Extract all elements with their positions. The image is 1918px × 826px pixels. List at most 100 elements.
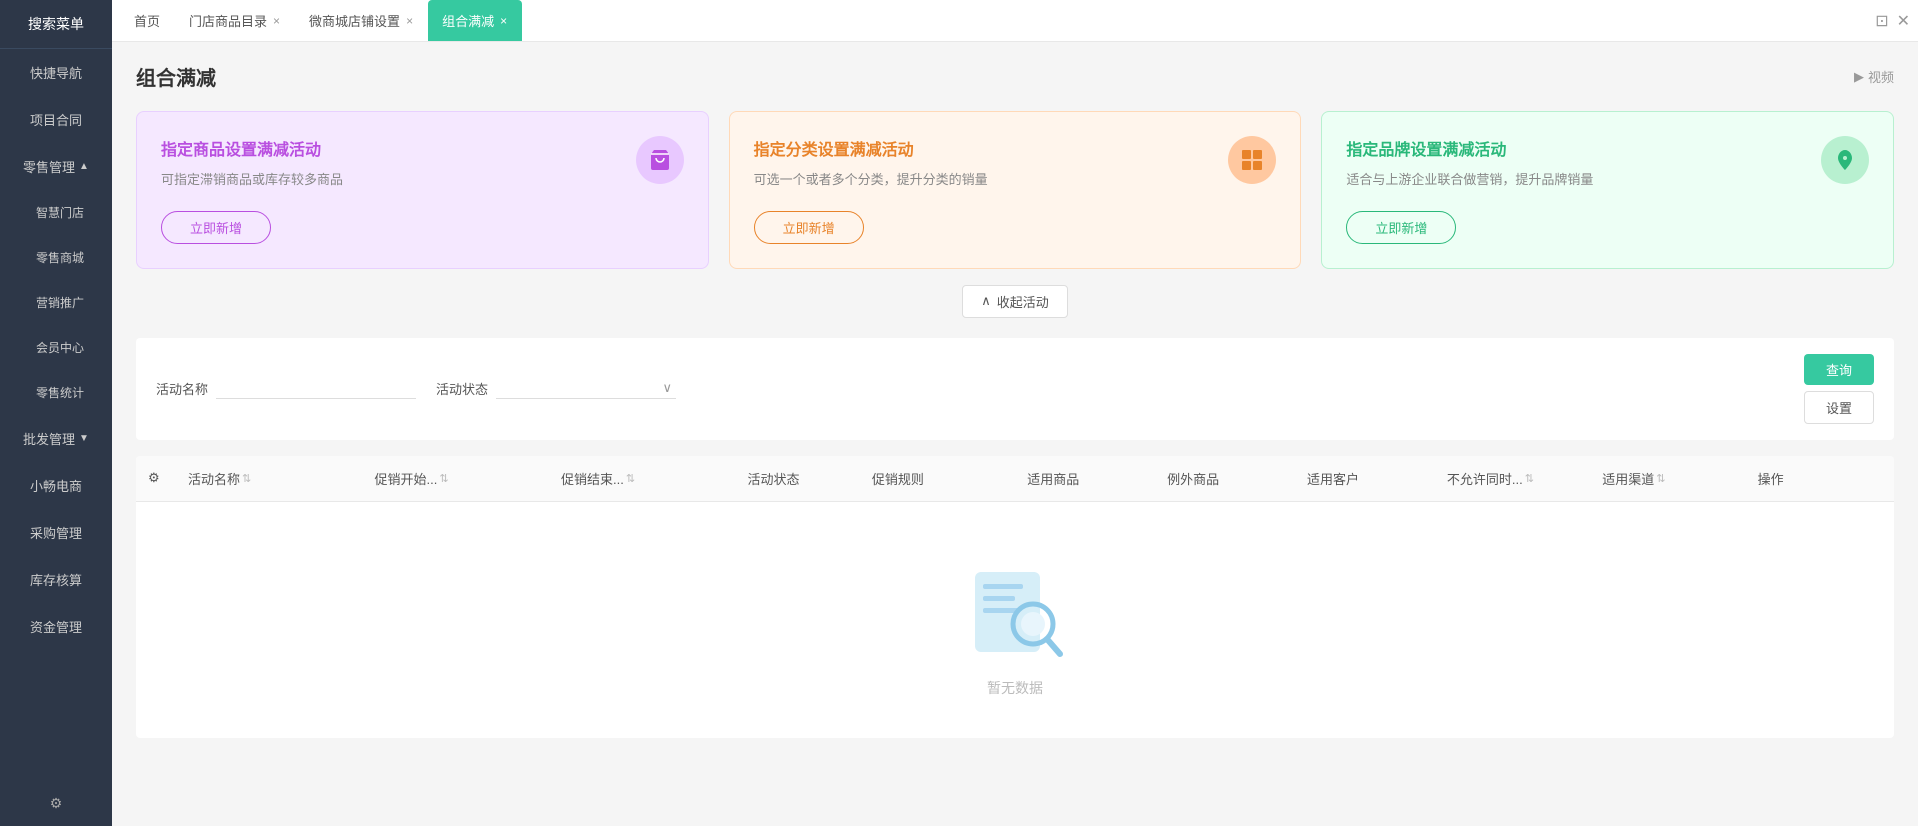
sidebar-item-label: 批发管理: [23, 429, 75, 448]
close-tab-combo-discount[interactable]: ×: [500, 14, 507, 28]
th-end: 促销结束... ⇅: [561, 469, 748, 488]
close-icon[interactable]: ✕: [1897, 11, 1910, 31]
card-category: 指定分类设置满减活动 可选一个或者多个分类，提升分类的销量 立即新增: [729, 111, 1302, 269]
settings-icon[interactable]: ⚙: [0, 781, 112, 826]
sidebar-item-label: 零售统计: [36, 384, 84, 401]
empty-text: 暂无数据: [987, 678, 1043, 698]
sidebar-item-label: 智慧门店: [36, 204, 84, 221]
card-brand-add-btn[interactable]: 立即新增: [1346, 211, 1456, 244]
category-icon: [1228, 136, 1276, 184]
th-channel: 适用渠道 ⇅: [1602, 469, 1757, 488]
card-goods-add-btn[interactable]: 立即新增: [161, 211, 271, 244]
tab-bar: 首页 门店商品目录 × 微商城店铺设置 × 组合满减 × ⊡ ✕: [112, 0, 1918, 42]
sidebar-item-label: 零售管理: [23, 157, 75, 176]
sort-icon[interactable]: ⇅: [439, 472, 448, 485]
sort-icon[interactable]: ⇅: [242, 472, 251, 485]
sidebar-item-retail-mall[interactable]: 零售商城: [0, 235, 112, 280]
table-header: ⚙ 活动名称 ⇅ 促销开始... ⇅ 促销结束... ⇅ 活动状态: [136, 456, 1894, 502]
filter-row: 活动名称 活动状态 ∨ 查询 设置: [136, 338, 1894, 440]
page-header: 组合满减 ▶ 视频: [136, 62, 1894, 91]
chevron-down-icon: ∨: [663, 380, 673, 396]
card-goods-desc: 可指定滞销商品或库存较多商品: [161, 170, 684, 191]
window-controls: ⊡ ✕: [1875, 11, 1910, 31]
sidebar-item-project-contract[interactable]: 项目合同: [0, 96, 112, 143]
th-name: 活动名称 ⇅: [188, 469, 375, 488]
empty-illustration: [955, 562, 1075, 662]
close-tab-store-catalog[interactable]: ×: [273, 14, 280, 28]
sidebar-item-label: 采购管理: [30, 523, 82, 542]
chevron-down-icon: ▼: [79, 433, 89, 444]
sidebar-search[interactable]: 搜索菜单: [0, 0, 112, 49]
sidebar-item-smart-store[interactable]: 智慧门店: [0, 190, 112, 235]
activity-name-input[interactable]: [216, 379, 416, 399]
main-area: 首页 门店商品目录 × 微商城店铺设置 × 组合满减 × ⊡ ✕ 组合满减 ▶ …: [112, 0, 1918, 826]
th-notallow: 不允许同时... ⇅: [1447, 469, 1602, 488]
query-button[interactable]: 查询: [1804, 354, 1874, 385]
card-brand: 指定品牌设置满减活动 适合与上游企业联合做营销，提升品牌销量 立即新增: [1321, 111, 1894, 269]
sidebar-item-retail-mgmt[interactable]: 零售管理 ▲: [0, 143, 112, 190]
empty-state: 暂无数据: [136, 502, 1894, 738]
brand-icon: [1821, 136, 1869, 184]
filter-activity-name: 活动名称: [156, 379, 416, 399]
sidebar-item-marketing[interactable]: 营销推广: [0, 280, 112, 325]
card-goods: 指定商品设置满减活动 可指定滞销商品或库存较多商品 立即新增: [136, 111, 709, 269]
card-category-add-btn[interactable]: 立即新增: [754, 211, 864, 244]
tab-combo-discount[interactable]: 组合满减 ×: [428, 0, 522, 41]
th-action: 操作: [1758, 469, 1882, 488]
sidebar-item-member-center[interactable]: 会员中心: [0, 325, 112, 370]
sort-icon[interactable]: ⇅: [1656, 472, 1665, 485]
sidebar-item-label: 快捷导航: [30, 63, 82, 82]
sidebar-item-retail-stats[interactable]: 零售统计: [0, 370, 112, 415]
sidebar-item-label: 库存核算: [30, 570, 82, 589]
sort-icon[interactable]: ⇅: [1525, 472, 1534, 485]
activity-name-label: 活动名称: [156, 379, 208, 398]
activity-status-select[interactable]: ∨: [496, 378, 676, 399]
filter-activity-status: 活动状态 ∨: [436, 378, 676, 399]
sidebar-item-label: 资金管理: [30, 617, 82, 636]
card-category-desc: 可选一个或者多个分类，提升分类的销量: [754, 170, 1277, 191]
video-link[interactable]: ▶ 视频: [1854, 67, 1894, 86]
sidebar-item-quick-nav[interactable]: 快捷导航: [0, 49, 112, 96]
card-category-title: 指定分类设置满减活动: [754, 136, 1277, 160]
sidebar-item-purchase-mgmt[interactable]: 采购管理: [0, 509, 112, 556]
sidebar-item-label: 项目合同: [30, 110, 82, 129]
sidebar-item-label: 营销推广: [36, 294, 84, 311]
th-start: 促销开始... ⇅: [375, 469, 562, 488]
sidebar-item-wholesale-mgmt[interactable]: 批发管理 ▼: [0, 415, 112, 462]
card-goods-title: 指定商品设置满减活动: [161, 136, 684, 160]
chevron-up-icon: ▲: [79, 161, 89, 172]
tab-store-catalog[interactable]: 门店商品目录 ×: [175, 0, 295, 41]
th-settings[interactable]: ⚙: [148, 470, 188, 486]
close-tab-wechat-store[interactable]: ×: [406, 14, 413, 28]
activity-cards: 指定商品设置满减活动 可指定滞销商品或库存较多商品 立即新增 指定分类设置满减活…: [136, 111, 1894, 269]
sidebar-item-label: 零售商城: [36, 249, 84, 266]
expand-icon[interactable]: ⊡: [1875, 11, 1888, 31]
sidebar: 搜索菜单 快捷导航 项目合同 零售管理 ▲ 智慧门店 零售商城 营销推广 会员中…: [0, 0, 112, 826]
sidebar-item-xiaoxi-ecom[interactable]: 小畅电商: [0, 462, 112, 509]
collapse-bar: ∧ 收起活动: [136, 285, 1894, 318]
chevron-up-icon: ∧: [981, 293, 991, 309]
card-brand-title: 指定品牌设置满减活动: [1346, 136, 1869, 160]
th-customer: 适用客户: [1307, 469, 1447, 488]
gear-icon: ⚙: [148, 470, 160, 486]
activity-table: ⚙ 活动名称 ⇅ 促销开始... ⇅ 促销结束... ⇅ 活动状态: [136, 456, 1894, 738]
filter-buttons: 查询 设置: [1804, 354, 1874, 424]
page-title: 组合满减: [136, 62, 216, 91]
setting-button[interactable]: 设置: [1804, 391, 1874, 424]
th-exclude: 例外商品: [1167, 469, 1307, 488]
tab-wechat-store-settings[interactable]: 微商城店铺设置 ×: [295, 0, 428, 41]
tab-home[interactable]: 首页: [120, 0, 175, 41]
collapse-activities-btn[interactable]: ∧ 收起活动: [962, 285, 1068, 318]
page-content: 组合满减 ▶ 视频 指定商品设置满减活动 可指定滞销商品或库存较多商品: [112, 42, 1918, 826]
th-rule: 促销规则: [872, 469, 1027, 488]
th-status: 活动状态: [748, 469, 872, 488]
play-icon: ▶: [1854, 69, 1864, 85]
sidebar-item-capital-mgmt[interactable]: 资金管理: [0, 603, 112, 650]
sidebar-item-label: 小畅电商: [30, 476, 82, 495]
activity-status-label: 活动状态: [436, 379, 488, 398]
sort-icon[interactable]: ⇅: [626, 472, 635, 485]
card-brand-desc: 适合与上游企业联合做营销，提升品牌销量: [1346, 170, 1869, 191]
goods-icon: [636, 136, 684, 184]
sidebar-item-inventory-calc[interactable]: 库存核算: [0, 556, 112, 603]
th-goods: 适用商品: [1027, 469, 1167, 488]
